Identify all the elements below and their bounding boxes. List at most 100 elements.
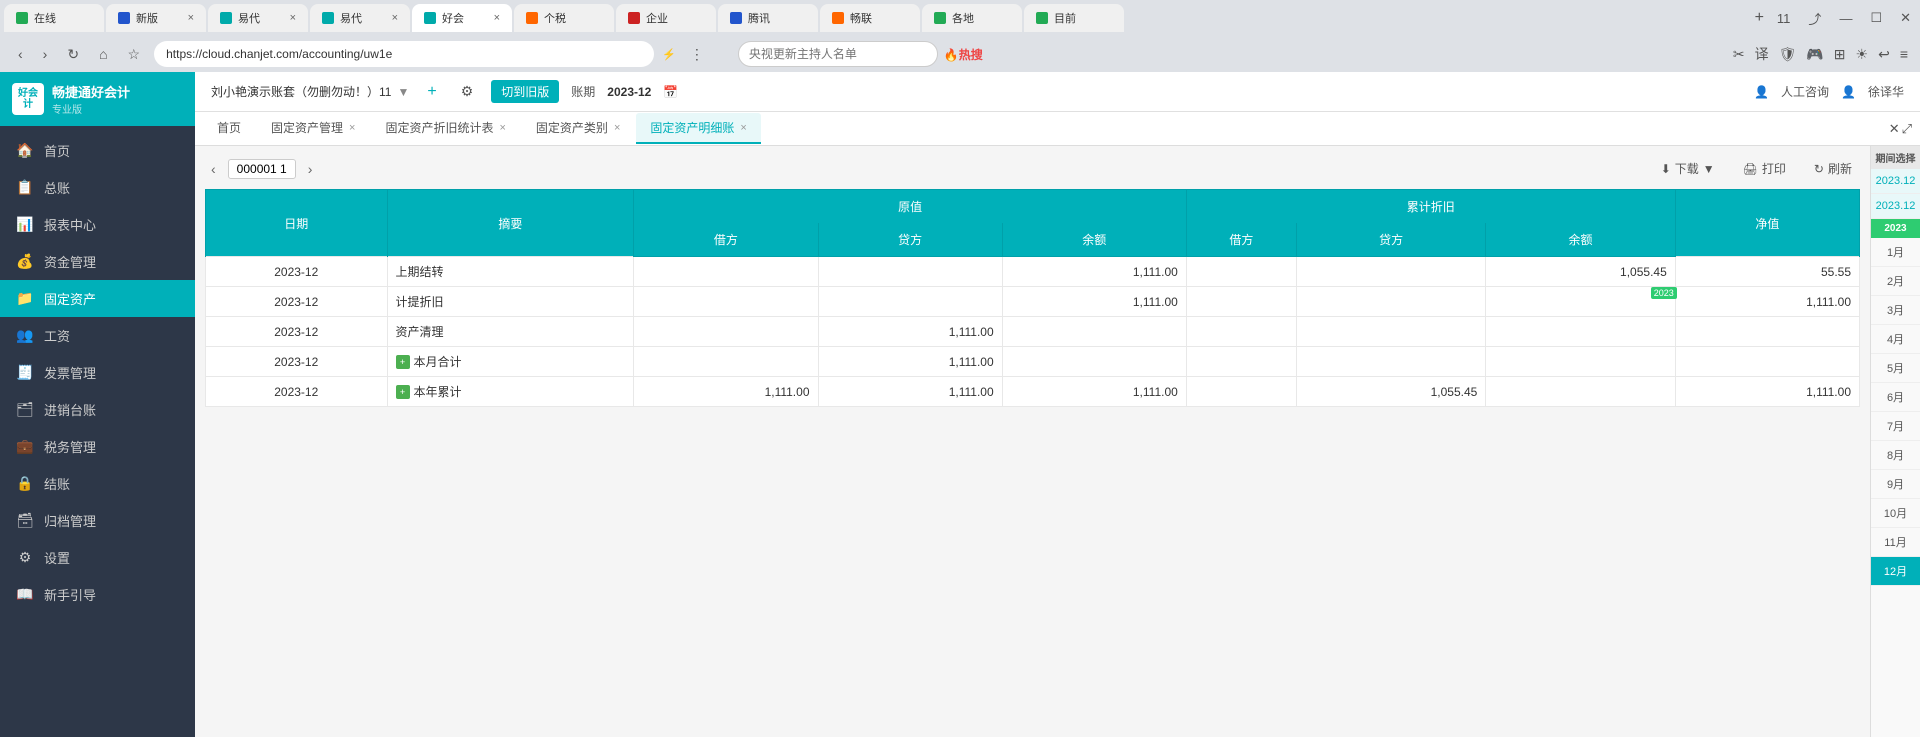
fullscreen-button[interactable]: ⤢	[1902, 121, 1912, 137]
sidebar-item-invoice[interactable]: 🧾发票管理	[0, 354, 195, 391]
period-month-7[interactable]: 7月	[1871, 412, 1920, 441]
company-selector[interactable]: 刘小艳演示账套（勿删勿动！）11 ▼	[211, 83, 409, 100]
sidebar-item-tax[interactable]: 💼税务管理	[0, 428, 195, 465]
forward-button[interactable]: ›	[37, 44, 54, 64]
browser-tab-t2[interactable]: 新版×	[106, 4, 206, 32]
company-name: 刘小艳演示账套（勿删勿动！）11	[211, 83, 391, 100]
settings-icon-button[interactable]: ⚙	[455, 81, 480, 102]
user-name[interactable]: 徐译华	[1868, 83, 1904, 100]
page-tab-category[interactable]: 固定资产类别 ×	[522, 113, 634, 144]
sidebar-item-settings[interactable]: ⚙设置	[0, 539, 195, 576]
tab-close-btn[interactable]: ×	[494, 12, 500, 24]
browser-tab-t4[interactable]: 易代×	[310, 4, 410, 32]
home-button[interactable]: ⌂	[93, 44, 113, 64]
browser-tab-t6[interactable]: 个税	[514, 4, 614, 32]
brightness-icon[interactable]: ☀	[1856, 46, 1869, 63]
close-window-button[interactable]: ✕	[1895, 8, 1916, 28]
browser-tab-t11[interactable]: 目前	[1024, 4, 1124, 32]
sidebar-item-report[interactable]: 📊报表中心	[0, 206, 195, 243]
reload-button[interactable]: ↻	[61, 44, 85, 65]
period-panel: 期间选择 2023.12 2023.12 2023 1月2月3月4月5月6月7月…	[1870, 146, 1920, 737]
cell-original-balance	[1002, 317, 1186, 347]
download-dropdown-icon[interactable]: ▼	[1703, 162, 1715, 176]
sidebar-item-ledger[interactable]: 📋总账	[0, 169, 195, 206]
period-month-10[interactable]: 10月	[1871, 499, 1920, 528]
back-button[interactable]: ‹	[12, 44, 29, 64]
page-tab-detail[interactable]: 固定资产明细账×	[636, 113, 760, 144]
page-tab-close-fixed-mgmt[interactable]: ×	[349, 122, 355, 134]
scissors-icon[interactable]: ✂	[1733, 46, 1745, 63]
browser-tab-t9[interactable]: 畅联	[820, 4, 920, 32]
page-tab-depreciation[interactable]: 固定资产折旧统计表×	[371, 113, 519, 144]
minimize-button[interactable]: —	[1834, 9, 1857, 28]
refresh-button[interactable]: ↻ 刷新	[1806, 156, 1860, 181]
period-month-5[interactable]: 5月	[1871, 354, 1920, 383]
company-dropdown-icon[interactable]: ▼	[397, 85, 409, 99]
grid-icon[interactable]: ⊞	[1834, 46, 1846, 63]
sidebar-item-guide[interactable]: 📖新手引导	[0, 576, 195, 613]
browser-tab-t5[interactable]: 好会×	[412, 4, 512, 32]
tab-restore-button[interactable]: ⤴	[1803, 7, 1826, 30]
page-tab-close-detail[interactable]: ×	[740, 122, 746, 134]
period-month-6[interactable]: 6月	[1871, 383, 1920, 412]
next-page-button[interactable]: ›	[302, 159, 319, 179]
new-tab-button[interactable]: +	[1749, 9, 1770, 27]
sidebar-item-home[interactable]: 🏠首页	[0, 132, 195, 169]
tab-close-btn[interactable]: ×	[290, 12, 296, 24]
cell-accum-credit	[1296, 347, 1485, 377]
period-month-1[interactable]: 1月	[1871, 238, 1920, 267]
sidebar-item-closing[interactable]: 🔒结账	[0, 465, 195, 502]
content-area: ‹ 000001 1 › ⬇ 下载 ▼ 🖨 打印	[195, 146, 1920, 737]
tab-close-btn[interactable]: ×	[188, 12, 194, 24]
menu-icon[interactable]: ≡	[1900, 46, 1908, 62]
gamepad-icon[interactable]: 🎮	[1806, 46, 1823, 63]
address-input[interactable]	[154, 41, 654, 67]
page-tab-close-category[interactable]: ×	[614, 122, 620, 134]
tab-count-badge[interactable]: 11	[1772, 9, 1796, 28]
bookmark-button[interactable]: ☆	[122, 44, 147, 65]
search-input[interactable]	[738, 41, 938, 67]
period-month-9[interactable]: 9月	[1871, 470, 1920, 499]
browser-tab-t1[interactable]: 在线	[4, 4, 104, 32]
tab-close-btn[interactable]: ×	[392, 12, 398, 24]
page-tab-close-depreciation[interactable]: ×	[499, 122, 505, 134]
translate-icon[interactable]: 译	[1755, 44, 1769, 64]
period-month-12[interactable]: 12月	[1871, 557, 1920, 586]
page-tab-label: 固定资产类别	[536, 119, 608, 136]
period-month-11[interactable]: 11月	[1871, 528, 1920, 557]
sidebar-item-fund[interactable]: 💰资金管理	[0, 243, 195, 280]
tab-actions: 11 ⤴ — ☐ ✕	[1772, 7, 1916, 30]
app-container: 好会计 畅捷通好会计 专业版 🏠首页📋总账📊报表中心💰资金管理📁固定资产👥工资🧾…	[0, 72, 1920, 737]
period-month-4[interactable]: 4月	[1871, 325, 1920, 354]
maximize-button[interactable]: ☐	[1865, 8, 1887, 28]
print-button[interactable]: 🖨 打印	[1735, 156, 1794, 181]
browser-tab-t3[interactable]: 易代×	[208, 4, 308, 32]
shield-icon[interactable]: 🛡	[1779, 46, 1797, 63]
close-all-tabs-button[interactable]: ✕	[1889, 121, 1900, 137]
period-month-3[interactable]: 3月	[1871, 296, 1920, 325]
service-label[interactable]: 人工咨询	[1781, 83, 1829, 100]
add-company-button[interactable]: +	[421, 81, 442, 103]
period-selected-date[interactable]: 2023.12	[1871, 169, 1920, 194]
period-month-2[interactable]: 2月	[1871, 267, 1920, 296]
sidebar-item-payroll[interactable]: 👥工资	[0, 317, 195, 354]
sidebar-item-inventory[interactable]: 🗂进销台账	[0, 391, 195, 428]
sub-header-original-balance: 余额	[1002, 223, 1186, 257]
sidebar-item-archive[interactable]: 🗃归档管理	[0, 502, 195, 539]
page-tab-fixed-mgmt[interactable]: 固定资产管理×	[257, 113, 369, 144]
period-selected-date2[interactable]: 2023.12	[1871, 194, 1920, 219]
cell-original-credit: 1,111.00	[818, 377, 1002, 407]
cell-original-debit	[634, 317, 818, 347]
page-tab-home[interactable]: 首页	[203, 113, 255, 144]
switch-version-button[interactable]: 切到旧版	[491, 80, 559, 103]
browser-tab-t7[interactable]: 企业	[616, 4, 716, 32]
calendar-icon[interactable]: 📅	[663, 85, 678, 99]
download-button[interactable]: ⬇ 下载 ▼	[1653, 156, 1723, 181]
undo-icon[interactable]: ↩	[1878, 46, 1890, 63]
period-month-8[interactable]: 8月	[1871, 441, 1920, 470]
browser-tab-t10[interactable]: 各地	[922, 4, 1022, 32]
sidebar-item-fixed[interactable]: 📁固定资产	[0, 280, 195, 317]
prev-page-button[interactable]: ‹	[205, 159, 222, 179]
extensions-button[interactable]: ⋮	[684, 44, 710, 65]
browser-tab-t8[interactable]: 腾讯	[718, 4, 818, 32]
